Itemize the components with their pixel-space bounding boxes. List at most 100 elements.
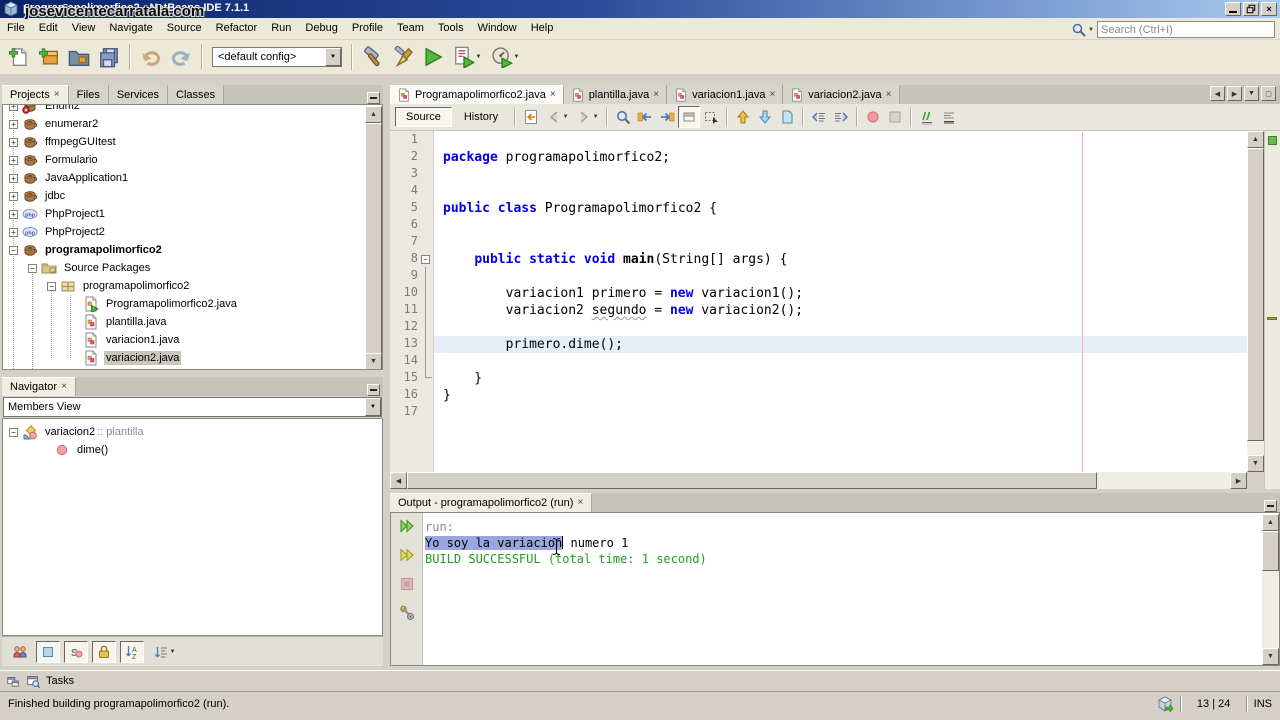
warning-mark[interactable] [1267,317,1277,320]
code-line-12[interactable] [434,319,1247,336]
menu-file[interactable]: File [0,18,32,40]
scroll-tabs-left-button[interactable]: ◀ [1210,86,1225,101]
code-line-2[interactable]: package programapolimorfico2; [434,149,1247,166]
scroll-left-icon[interactable]: ◀ [390,472,407,489]
tree-item-Formulario[interactable]: + Formulario [3,151,382,169]
comment-button[interactable] [916,106,938,128]
nav-forward-button[interactable]: ▼ [572,106,602,128]
menu-refactor[interactable]: Refactor [209,18,265,40]
tree-item-PhpProject1[interactable]: + php PhpProject1 [3,205,382,223]
search-input[interactable] [1097,21,1275,38]
code-line-6[interactable] [434,217,1247,234]
code-line-7[interactable] [434,234,1247,251]
tab-navigator[interactable]: Navigator × [2,377,76,396]
chevron-down-icon[interactable]: ▼ [170,649,176,655]
view-button-history[interactable]: History [454,108,508,126]
shift-right-button[interactable] [830,106,852,128]
tasks-label[interactable]: Tasks [46,675,74,687]
editor-tab-variacion2java[interactable]: variacion2.java × [783,85,900,104]
tree-item-Enum2[interactable]: + Enum2 [3,105,382,115]
code-line-8[interactable]: public static void main(String[] args) { [434,251,1247,268]
stop-square-button[interactable] [884,106,906,128]
menu-profile[interactable]: Profile [345,18,390,40]
scroll-tabs-right-button[interactable]: ▶ [1227,86,1242,101]
rerun-alt-button[interactable] [399,547,415,566]
menu-edit[interactable]: Edit [32,18,65,40]
close-button[interactable]: × [1261,2,1277,16]
view-button-source[interactable]: Source [395,107,452,127]
rerun-button[interactable] [399,518,415,537]
new-file-button[interactable] [4,42,34,72]
config-combobox[interactable]: <default config> ▼ [212,47,342,67]
code-line-9[interactable] [434,268,1247,285]
menu-source[interactable]: Source [160,18,209,40]
expand-icon[interactable]: + [9,227,18,237]
expand-icon[interactable]: + [9,191,18,201]
tab-classes[interactable]: Classes [168,85,225,104]
minimize-panel-button[interactable] [367,384,380,396]
tree-item-programapolimorfico2[interactable]: − programapolimorfico2 [3,241,382,259]
breakpoint-button[interactable] [862,106,884,128]
chevron-down-icon[interactable]: ▼ [563,114,569,120]
collapse-icon[interactable]: − [9,427,18,437]
last-edit-button[interactable] [520,106,542,128]
expand-icon[interactable]: + [9,209,18,219]
chevron-down-icon[interactable]: ▼ [476,54,482,60]
code-line-15[interactable]: } [434,370,1247,387]
scroll-down-icon[interactable]: ▼ [1262,648,1279,665]
toggle-bookmark-button[interactable] [776,106,798,128]
close-icon[interactable]: × [653,89,659,100]
expand-icon[interactable]: + [9,105,18,111]
code-line-16[interactable]: } [434,387,1247,404]
code-line-10[interactable]: variacion1 primero = new variacion1(); [434,285,1247,302]
panel-splitter[interactable] [383,85,390,666]
scroll-up-icon[interactable]: ▲ [1262,514,1279,531]
close-icon[interactable]: × [54,90,60,100]
run-button[interactable] [418,42,448,72]
scrollbar-thumb[interactable] [1262,531,1279,571]
members-view-combobox[interactable]: Members View ▼ [3,397,382,417]
expand-icon[interactable]: + [9,137,18,147]
code-lines[interactable]: package programapolimorfico2; public cla… [434,132,1247,421]
editor-tab-programapolimorfico2java[interactable]: Programapolimorfico2.java × [390,85,564,104]
profile-button[interactable]: ▼ [486,42,524,72]
open-project-button[interactable] [64,42,94,72]
code-line-1[interactable] [434,132,1247,149]
code-line-17[interactable] [434,404,1247,421]
expand-icon[interactable]: + [9,173,18,183]
tree-item-Source Packages[interactable]: − Source Packages [3,259,382,277]
navigator-item-dime[interactable]: dime() [3,441,382,459]
close-icon[interactable]: × [769,89,775,100]
chevron-down-icon[interactable]: ▼ [514,54,520,60]
editor-hscrollbar[interactable]: ◀ ▶ [390,472,1247,489]
sort-source-button[interactable]: ▼ [148,641,180,663]
debug-button[interactable]: ▼ [448,42,486,72]
tree-item-JavaApplication1[interactable]: + JavaApplication1 [3,169,382,187]
chevron-down-icon[interactable]: ▼ [325,48,341,66]
next-occurrence-button[interactable] [656,106,678,128]
prev-bookmark-button[interactable] [732,106,754,128]
code-line-4[interactable] [434,183,1247,200]
tree-item-jdbc[interactable]: + jdbc [3,187,382,205]
close-icon[interactable]: × [577,498,583,508]
update-notification-icon[interactable] [1157,696,1174,712]
close-icon[interactable]: × [886,89,892,100]
menu-help[interactable]: Help [524,18,561,40]
undo-button[interactable] [136,42,166,72]
scroll-up-icon[interactable]: ▲ [1247,131,1264,148]
code-line-14[interactable] [434,353,1247,370]
tasks-icon[interactable] [26,674,40,688]
menu-view[interactable]: View [65,18,103,40]
menu-window[interactable]: Window [471,18,524,40]
scroll-right-icon[interactable]: ▶ [1230,472,1247,489]
tree-item-Programapolimorfico2.java[interactable]: Programapolimorfico2.java [3,295,382,313]
search-dropdown-button[interactable]: ▼ [1071,21,1097,38]
toggle-highlight-button[interactable] [678,106,701,128]
inherited-button[interactable] [8,641,32,663]
shift-left-button[interactable] [808,106,830,128]
code-line-5[interactable]: public class Programapolimorfico2 { [434,200,1247,217]
editor-tab-variacion1java[interactable]: variacion1.java × [667,85,784,104]
collapse-icon[interactable]: − [9,245,18,255]
editor-tab-plantillajava[interactable]: plantilla.java × [563,85,668,104]
close-icon[interactable]: × [61,382,67,392]
